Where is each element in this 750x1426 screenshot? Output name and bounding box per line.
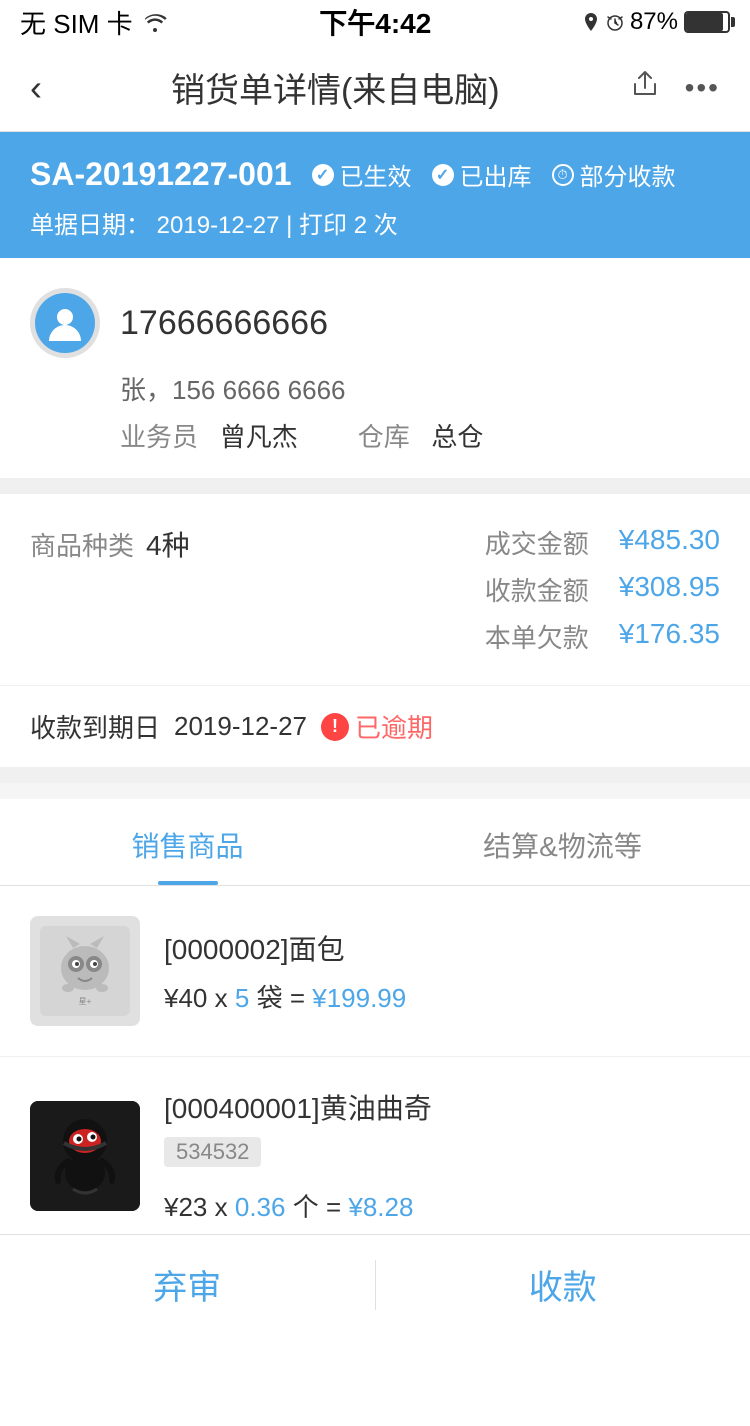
product-info-1: [0000002]面包 ¥40 x 5 袋 = ¥199.99	[164, 928, 720, 1015]
product-price-1: ¥40 x 5 袋 = ¥199.99	[164, 978, 720, 1015]
customer-meta: 业务员 曾凡杰 仓库 总仓	[120, 417, 720, 454]
status-bar: 无 SIM 卡 下午4:42 87%	[0, 0, 750, 44]
overdue-badge: ! 已逾期	[321, 708, 433, 745]
divider-1	[0, 478, 750, 494]
share-icon[interactable]	[629, 68, 661, 108]
product-tag-2: 534532	[164, 1137, 261, 1167]
wifi-icon	[141, 12, 169, 32]
page-title: 销货单详情(来自电脑)	[171, 63, 500, 112]
overdue-icon: !	[321, 713, 349, 741]
avatar	[30, 288, 100, 358]
customer-name-phone: 张，156 6666 6666	[120, 370, 720, 407]
tab-products[interactable]: 销售商品	[0, 799, 375, 885]
battery-icon	[684, 11, 730, 33]
svg-text:星+: 星+	[79, 997, 92, 1006]
badge-partial: ⏱ 部分收款	[552, 157, 676, 192]
location-icon	[582, 13, 600, 31]
header-banner: SA-20191227-001 ✓ 已生效 ✓ 已出库 ⏱ 部分收款 单据日期：…	[0, 132, 750, 258]
due-section: 收款到期日 2019-12-27 ! 已逾期	[0, 685, 750, 767]
tabs-section: 销售商品 结算&物流等	[0, 799, 750, 886]
sales-person: 曾凡杰	[220, 422, 298, 452]
battery-text: 87%	[630, 8, 678, 36]
product-image-2	[30, 1101, 140, 1211]
product-name-2: [000400001]黄油曲奇	[164, 1087, 720, 1127]
product-name-1: [0000002]面包	[164, 928, 720, 968]
product-image-1: 星+	[30, 916, 140, 1026]
customer-section: 17666666666 张，156 6666 6666 业务员 曾凡杰 仓库 总…	[0, 258, 750, 478]
order-date-row: 单据日期： 2019-12-27 | 打印 2 次	[30, 205, 720, 240]
collect-payment-button[interactable]: 收款	[376, 1240, 750, 1329]
list-item: [000400001]黄油曲奇 534532 ¥23 x 0.36 个 = ¥8…	[0, 1057, 750, 1255]
nav-bar: ‹ 销货单详情(来自电脑) •••	[0, 44, 750, 132]
status-carrier: 无 SIM 卡	[20, 4, 169, 41]
product-list: 星+ [0000002]面包 ¥40 x 5 袋 = ¥199.99	[0, 886, 750, 1426]
status-time: 下午4:42	[319, 2, 431, 42]
status-right: 87%	[582, 8, 730, 36]
nav-actions: •••	[629, 68, 720, 108]
abandon-review-button[interactable]: 弃审	[0, 1240, 375, 1329]
received-amount: ¥308.95	[619, 571, 720, 608]
customer-account: 17666666666	[120, 304, 328, 343]
transaction-amount: ¥485.30	[619, 524, 720, 561]
more-icon[interactable]: •••	[685, 72, 720, 104]
category-count: 4种	[146, 524, 190, 564]
badge-shipped: ✓ 已出库	[432, 157, 532, 192]
badge-effective: ✓ 已生效	[312, 157, 412, 192]
divider-2	[0, 767, 750, 783]
alarm-icon	[606, 13, 624, 31]
back-button[interactable]: ‹	[30, 67, 42, 109]
order-id: SA-20191227-001	[30, 156, 292, 193]
debt-amount: ¥176.35	[619, 618, 720, 655]
bottom-bar: 弃审 收款	[0, 1234, 750, 1334]
product-info-2: [000400001]黄油曲奇 534532 ¥23 x 0.36 个 = ¥8…	[164, 1087, 720, 1224]
tab-settlement[interactable]: 结算&物流等	[375, 799, 750, 885]
list-item: 星+ [0000002]面包 ¥40 x 5 袋 = ¥199.99	[0, 886, 750, 1057]
product-price-2: ¥23 x 0.36 个 = ¥8.28	[164, 1187, 720, 1224]
warehouse-name: 总仓	[431, 422, 483, 452]
summary-section: 商品种类 4种 成交金额 ¥485.30 收款金额 ¥308.95 本单欠款 ¥…	[0, 494, 750, 685]
